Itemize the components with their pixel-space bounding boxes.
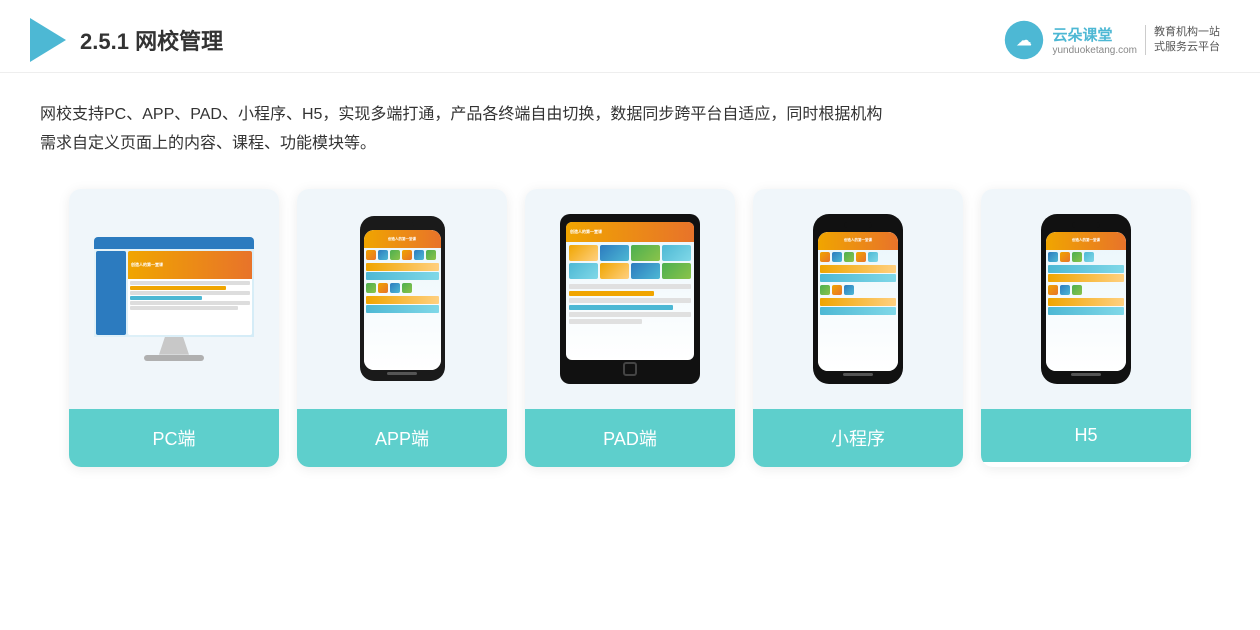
description-line1: 网校支持PC、APP、PAD、小程序、H5，实现多端打通，产品各终端自由切换，数… <box>40 101 1220 130</box>
monitor-mockup: 创造人的第一堂课 <box>94 237 254 361</box>
page-header: 2.5.1 网校管理 ☁ 云朵课堂 yunduoketang.com 教育机构一… <box>0 0 1260 73</box>
page-title: 2.5.1 网校管理 <box>80 24 223 56</box>
card-h5-image: 创造人的第一堂课 <box>981 189 1191 409</box>
description-line2: 需求自定义页面上的内容、课程、功能模块等。 <box>40 130 1220 159</box>
monitor-stand <box>159 337 189 355</box>
card-h5: 创造人的第一堂课 <box>981 189 1191 467</box>
card-miniapp: 创造人的第一堂课 <box>753 189 963 467</box>
card-miniapp-label: 小程序 <box>753 409 963 467</box>
card-h5-label: H5 <box>981 409 1191 462</box>
monitor-base <box>144 355 204 361</box>
brand-url: yunduoketang.com <box>1052 45 1137 56</box>
cards-section: 创造人的第一堂课 <box>0 169 1260 487</box>
card-app: 创造人的第一堂课 <box>297 189 507 467</box>
phone-mockup-app: 创造人的第一堂课 <box>360 216 445 381</box>
card-app-image: 创造人的第一堂课 <box>297 189 507 409</box>
tablet-home-button <box>623 362 637 376</box>
card-pc-image: 创造人的第一堂课 <box>69 189 279 409</box>
monitor-screen: 创造人的第一堂课 <box>94 237 254 337</box>
cloud-icon: ☁ <box>1004 20 1044 60</box>
card-miniapp-image: 创造人的第一堂课 <box>753 189 963 409</box>
description-block: 网校支持PC、APP、PAD、小程序、H5，实现多端打通，产品各终端自由切换，数… <box>0 73 1260 169</box>
svg-text:☁: ☁ <box>1016 33 1032 50</box>
tablet-mockup: 创造人的第一堂课 <box>560 214 700 384</box>
header-left: 2.5.1 网校管理 <box>30 18 223 62</box>
brand-name: 云朵课堂 <box>1052 24 1112 45</box>
mini-phone-mockup-1: 创造人的第一堂课 <box>813 214 903 384</box>
card-app-label: APP端 <box>297 409 507 467</box>
card-pad: 创造人的第一堂课 <box>525 189 735 467</box>
logo-triangle-icon <box>30 18 66 62</box>
card-pad-label: PAD端 <box>525 409 735 467</box>
brand-logo: ☁ 云朵课堂 yunduoketang.com 教育机构一站 式服务云平台 <box>1004 20 1220 60</box>
brand-text-group: 云朵课堂 yunduoketang.com <box>1052 24 1137 56</box>
card-pad-image: 创造人的第一堂课 <box>525 189 735 409</box>
brand-slogan: 教育机构一站 式服务云平台 <box>1145 25 1220 56</box>
card-pc: 创造人的第一堂课 <box>69 189 279 467</box>
mini-phone-mockup-2: 创造人的第一堂课 <box>1041 214 1131 384</box>
card-pc-label: PC端 <box>69 409 279 467</box>
